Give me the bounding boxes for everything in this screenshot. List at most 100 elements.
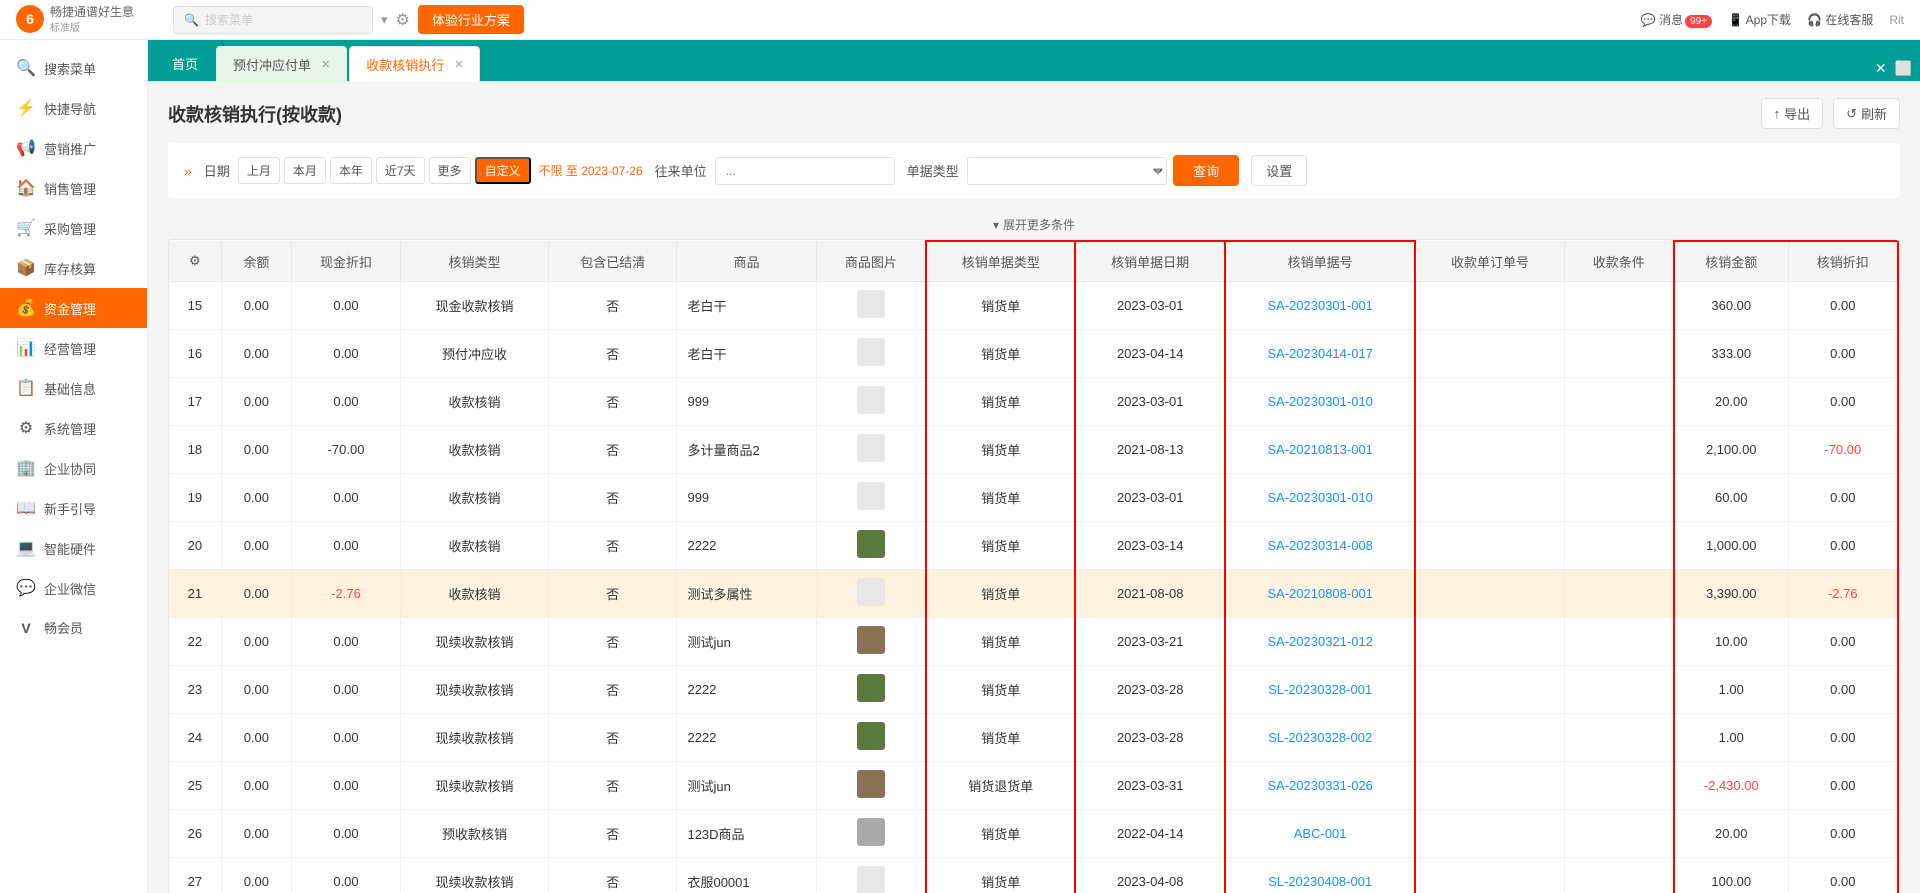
date-btn-this-year[interactable]: 本年 [330,157,372,184]
page-content: 收款核销执行(按收款) ↑ 导出 ↺ 刷新 » 日期 [148,82,1920,893]
sidebar-item-operation[interactable]: 📊 经营管理 [0,328,147,368]
refresh-btn[interactable]: ↺ 刷新 [1833,98,1900,129]
table-row: 18 0.00 -70.00 收款核销 否 多计量商品2 销货单 2021-08… [169,426,1898,474]
bill-no-link[interactable]: SA-20230331-026 [1267,778,1373,793]
sidebar-item-marketing[interactable]: 📢 营销推广 [0,128,147,168]
cell-bill-no[interactable]: SL-20230408-001 [1225,858,1416,893]
bill-no-link[interactable]: SL-20230328-002 [1268,730,1372,745]
party-input[interactable] [715,157,895,185]
app-download-btn[interactable]: 📱 App下载 [1728,11,1791,28]
bill-no-link[interactable]: SA-20230301-010 [1267,394,1373,409]
date-btns: 上月 本月 本年 近7天 更多 自定义 [238,157,531,184]
sidebar-item-label: 销售管理 [44,179,96,198]
cell-balance: 0.00 [221,570,291,618]
cell-balance: 0.00 [221,426,291,474]
cell-bill-no[interactable]: ABC-001 [1225,810,1416,858]
filter-bar: » 日期 上月 本月 本年 近7天 更多 自定义 不限 至 2023-07-26 [168,143,1900,198]
cell-bill-no[interactable]: SA-20230301-010 [1225,378,1416,426]
online-service-btn[interactable]: 🎧 在线客服 [1807,11,1873,28]
expand-more-bar[interactable]: ▾ 展开更多条件 [168,210,1900,239]
sidebar-item-guide[interactable]: 📖 新手引导 [0,488,147,528]
table-row: 22 0.00 0.00 现续收款核销 否 测试jun 销货单 2023-03-… [169,618,1898,666]
sidebar-item-quick-nav[interactable]: ⚡ 快捷导航 [0,88,147,128]
sidebar-item-finance[interactable]: 💰 资金管理 [0,288,147,328]
cell-settled: 否 [548,426,677,474]
tab-home[interactable]: 首页 [156,46,214,81]
date-btn-more[interactable]: 更多 [429,157,471,184]
messages-btn[interactable]: 💬 消息99+ [1641,11,1712,28]
bill-no-link[interactable]: ABC-001 [1294,826,1347,841]
date-btn-7days[interactable]: 近7天 [376,157,425,184]
cell-bill-no[interactable]: SA-20210813-001 [1225,426,1416,474]
cell-receipt-cond [1564,666,1674,714]
bill-no-link[interactable]: SL-20230408-001 [1268,874,1372,889]
close-tab-icon[interactable]: ✕ [1875,60,1887,77]
cell-writeoff-amount: 1.00 [1674,666,1788,714]
sidebar-item-search[interactable]: 🔍 搜索菜单 [0,48,147,88]
bill-no-link[interactable]: SA-20210808-001 [1267,586,1373,601]
sidebar-item-system[interactable]: ⚙ 系统管理 [0,408,147,448]
settings-btn[interactable]: 设置 [1251,155,1307,186]
bill-no-link[interactable]: SA-20210813-001 [1267,442,1373,457]
tab-prepay-close-icon[interactable]: ✕ [321,58,330,71]
cell-bill-no[interactable]: SA-20230331-026 [1225,762,1416,810]
gear-icon[interactable]: ⚙ [396,10,410,30]
sidebar-item-sales[interactable]: 🏠 销售管理 [0,168,147,208]
bill-no-link[interactable]: SA-20230414-017 [1267,346,1373,361]
bill-no-link[interactable]: SA-20230301-001 [1267,298,1373,313]
col-writeoff-discount-header: 核销折扣 [1788,241,1898,282]
cell-bill-no[interactable]: SA-20230314-008 [1225,522,1416,570]
hardware-icon: 💻 [16,538,36,558]
bill-no-link[interactable]: SA-20230321-012 [1267,634,1373,649]
query-btn[interactable]: 查询 [1173,155,1239,186]
sidebar-item-inventory[interactable]: 📦 库存核算 [0,248,147,288]
tab-writeoff-close-icon[interactable]: ✕ [454,58,463,71]
cell-bill-date: 2023-03-28 [1075,714,1224,762]
cell-bill-no[interactable]: SA-20230414-017 [1225,330,1416,378]
sidebar-item-member[interactable]: V 畅会员 [0,608,147,647]
cell-bill-no[interactable]: SA-20230301-001 [1225,282,1416,330]
maximize-icon[interactable]: ⬜ [1895,60,1912,77]
bill-no-link[interactable]: SA-20230314-008 [1267,538,1373,553]
cell-bill-no[interactable]: SL-20230328-001 [1225,666,1416,714]
page-actions: ↑ 导出 ↺ 刷新 [1761,98,1900,129]
sidebar-item-corp[interactable]: 🏢 企业协同 [0,448,147,488]
sidebar-item-purchase[interactable]: 🛒 采购管理 [0,208,147,248]
sidebar-item-hardware[interactable]: 💻 智能硬件 [0,528,147,568]
sidebar-item-wechat[interactable]: 💬 企业微信 [0,568,147,608]
cell-writeoff-discount: 0.00 [1788,474,1898,522]
table-row: 26 0.00 0.00 预收款核销 否 123D商品 销货单 2022-04-… [169,810,1898,858]
bill-type-select[interactable] [967,157,1167,185]
table-row: 23 0.00 0.00 现续收款核销 否 2222 销货单 2023-03-2… [169,666,1898,714]
col-gear-header[interactable]: ⚙ [169,241,221,282]
col-bill-date-header: 核销单据日期 [1075,241,1224,282]
cell-bill-type: 销货单 [926,378,1075,426]
date-btn-last-month[interactable]: 上月 [238,157,280,184]
cell-bill-no[interactable]: SA-20230301-010 [1225,474,1416,522]
bill-no-link[interactable]: SL-20230328-001 [1268,682,1372,697]
table-row: 24 0.00 0.00 现续收款核销 否 2222 销货单 2023-03-2… [169,714,1898,762]
sidebar-item-basic[interactable]: 📋 基础信息 [0,368,147,408]
top-search-box[interactable]: 🔍 搜索菜单 [173,6,373,34]
cell-bill-no[interactable]: SA-20210808-001 [1225,570,1416,618]
data-table: ⚙ 余额 现金折扣 核销类型 包含已结清 商品 商品图片 核销单据类型 核销单据… [169,240,1899,893]
data-table-wrapper: ⚙ 余额 现金折扣 核销类型 包含已结清 商品 商品图片 核销单据类型 核销单据… [168,239,1900,893]
cell-writeoff-type: 现续收款核销 [401,714,549,762]
system-icon: ⚙ [16,418,36,438]
cell-bill-no[interactable]: SA-20230321-012 [1225,618,1416,666]
tab-prepay[interactable]: 预付冲应付单 ✕ [216,46,347,82]
cell-bill-type: 销货单 [926,522,1075,570]
cell-bill-date: 2023-04-08 [1075,858,1224,893]
date-btn-this-month[interactable]: 本月 [284,157,326,184]
cell-balance: 0.00 [221,330,291,378]
bill-no-link[interactable]: SA-20230301-010 [1267,490,1373,505]
filter-toggle-btn[interactable]: » [184,163,192,179]
industry-btn[interactable]: 体验行业方案 [418,5,524,34]
cell-bill-no[interactable]: SL-20230328-002 [1225,714,1416,762]
date-custom-btn[interactable]: 自定义 [475,157,531,184]
tab-bar-right: ✕ ⬜ [1875,60,1912,81]
export-btn[interactable]: ↑ 导出 [1761,98,1824,129]
cell-receipt-cond [1564,474,1674,522]
tab-writeoff[interactable]: 收款核销执行 ✕ [349,46,480,82]
col-settled-header: 包含已结清 [548,241,677,282]
